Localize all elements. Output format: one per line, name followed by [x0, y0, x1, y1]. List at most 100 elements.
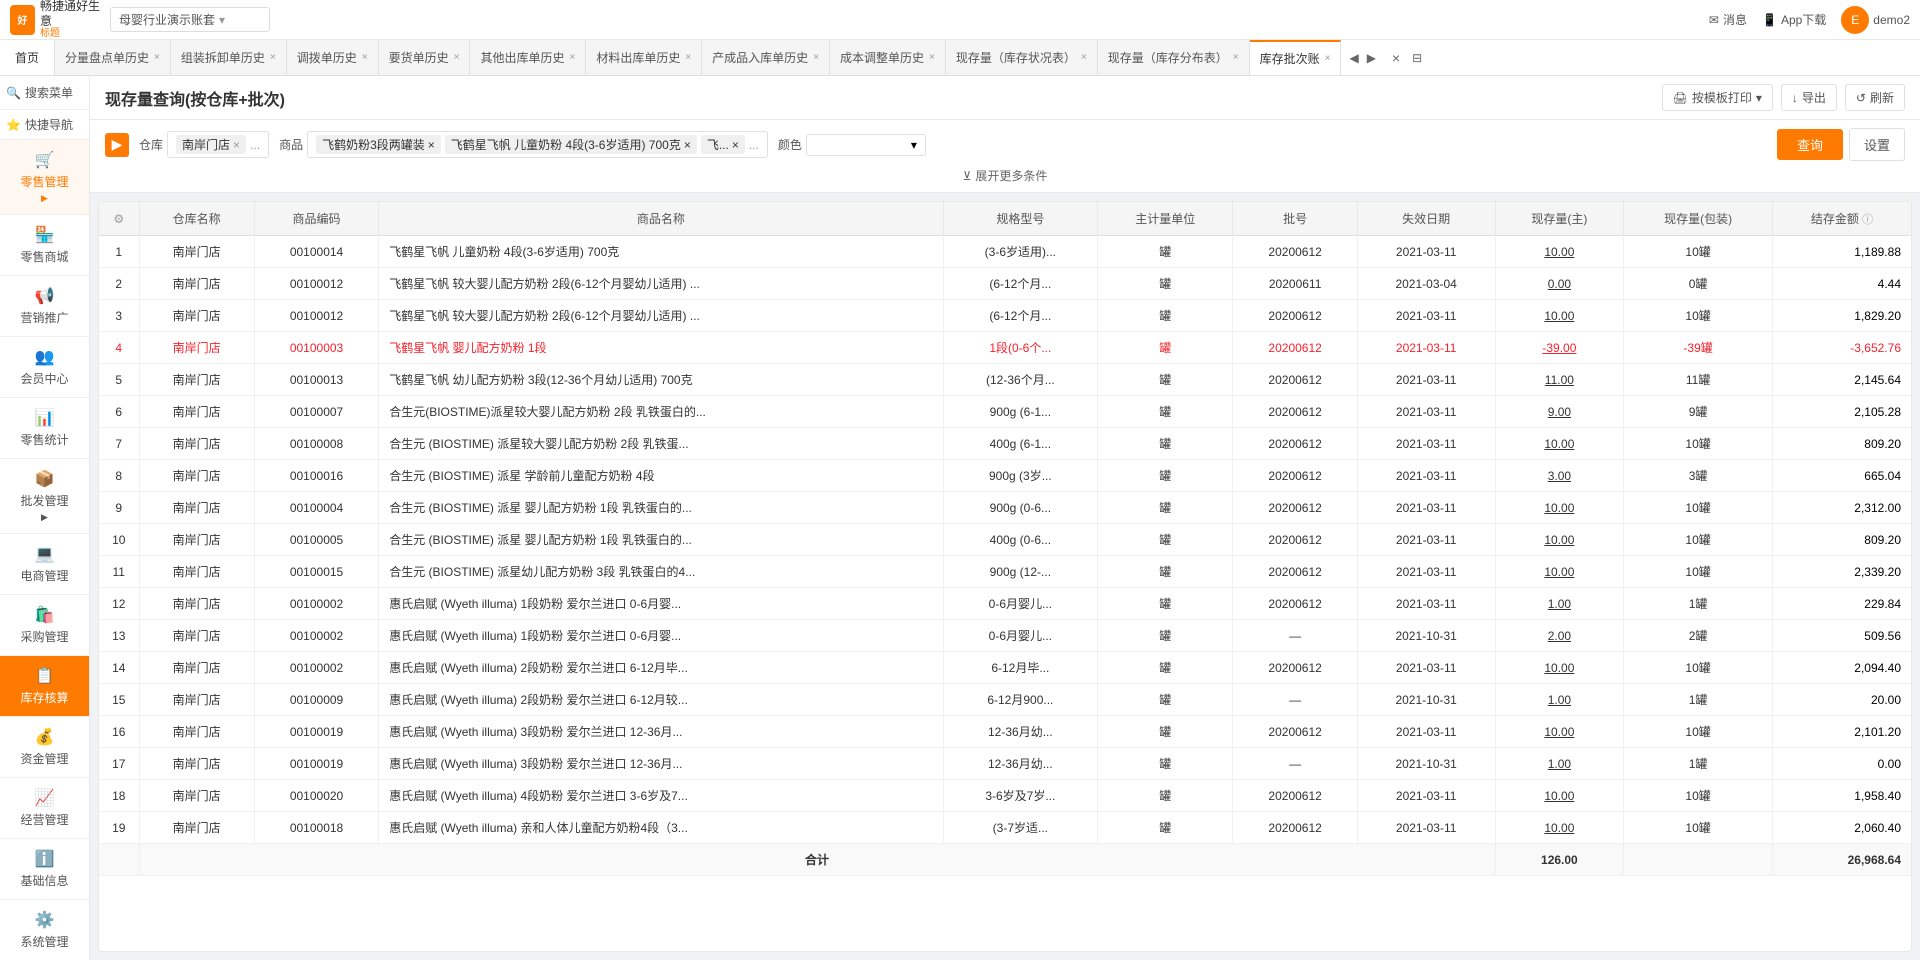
tab-xclfb[interactable]: 现存量（库存分布表） × — [1098, 40, 1250, 75]
sidebar-item-marketing[interactable]: 📢 营销推广 — [0, 276, 89, 337]
workspace-selector[interactable]: 母婴行业演示账套 ▾ — [110, 7, 270, 32]
tab-qtachu[interactable]: 其他出库单历史 × — [470, 40, 586, 75]
row-qty-main[interactable]: 10.00 — [1495, 780, 1624, 812]
row-qty-main[interactable]: -39.00 — [1495, 332, 1624, 364]
close-icon[interactable]: × — [1233, 52, 1239, 63]
product-filter: 商品 飞鹤奶粉3段两罐装 × 飞鹤星飞帆 儿童奶粉 4段(3-6岁适用) 700… — [279, 131, 768, 158]
row-batch: 20200612 — [1233, 396, 1357, 428]
sidebar-item-purchase[interactable]: 🛍️ 采购管理 — [0, 595, 89, 656]
remove-product-tag-3[interactable]: × — [732, 138, 739, 152]
row-name: 惠氏启赋 (Wyeth illuma) 1段奶粉 爱尔兰进口 0-6月婴... — [379, 620, 943, 652]
warehouse-input[interactable]: 南岸门店 × ... — [167, 131, 269, 158]
row-code: 00100009 — [254, 684, 378, 716]
th-warehouse: 仓库名称 — [139, 202, 254, 236]
row-qty-main[interactable]: 1.00 — [1495, 588, 1624, 620]
row-qty-main[interactable]: 10.00 — [1495, 556, 1624, 588]
marketing-icon: 📢 — [35, 286, 55, 306]
row-code: 00100019 — [254, 716, 378, 748]
chevron-down-icon: ▾ — [219, 13, 225, 27]
sidebar-item-finance[interactable]: 💰 资金管理 — [0, 717, 89, 778]
tab-zuzhao[interactable]: 组装拆卸单历史 × — [171, 40, 287, 75]
settings-icon[interactable]: ⚙ — [113, 212, 124, 226]
color-input[interactable]: ▾ — [806, 134, 926, 156]
row-qty-main[interactable]: 10.00 — [1495, 524, 1624, 556]
next-tab-icon[interactable]: ▶ — [1363, 49, 1380, 67]
row-qty-main[interactable]: 10.00 — [1495, 300, 1624, 332]
tab-chanche[interactable]: 产成品入库单历史 × — [702, 40, 830, 75]
sidebar-item-retail-mgmt[interactable]: 🛒 零售管理 ▶ — [0, 140, 89, 215]
info-icon[interactable]: ⓘ — [1862, 214, 1873, 226]
close-all-tabs-button[interactable]: × — [1384, 50, 1408, 66]
close-icon[interactable]: × — [454, 52, 460, 63]
row-qty-main[interactable]: 10.00 — [1495, 812, 1624, 844]
tab-menu-icon[interactable]: ⊟ — [1408, 51, 1426, 65]
sidebar-shortcut-button[interactable]: ⭐ 快捷导航 — [0, 110, 89, 140]
sidebar-item-ecommerce[interactable]: 💻 电商管理 — [0, 534, 89, 595]
tab-cbtiao[interactable]: 成本调整单历史 × — [830, 40, 946, 75]
tab-yaoh[interactable]: 要货单历史 × — [379, 40, 471, 75]
prev-tab-icon[interactable]: ◀ — [1345, 49, 1362, 67]
close-icon[interactable]: × — [929, 52, 935, 63]
refresh-button[interactable]: ↺ 刷新 — [1845, 84, 1905, 111]
remove-product-tag-1[interactable]: × — [428, 138, 435, 152]
row-unit: 罐 — [1098, 812, 1233, 844]
close-icon[interactable]: × — [569, 52, 575, 63]
sidebar-item-basic-info[interactable]: ℹ️ 基础信息 — [0, 839, 89, 900]
stats-icon: 📊 — [35, 408, 55, 428]
row-qty-main[interactable]: 9.00 — [1495, 396, 1624, 428]
row-expire: 2021-03-11 — [1357, 364, 1495, 396]
row-qty-main[interactable]: 11.00 — [1495, 364, 1624, 396]
filter-expand-button[interactable]: ▶ — [105, 133, 129, 157]
row-qty-main[interactable]: 10.00 — [1495, 492, 1624, 524]
export-button[interactable]: ↓ 导出 — [1781, 84, 1837, 111]
product-input[interactable]: 飞鹤奶粉3段两罐装 × 飞鹤星飞帆 儿童奶粉 4段(3-6岁适用) 700克 ×… — [307, 131, 768, 158]
close-icon[interactable]: × — [685, 52, 691, 63]
tab-xclks[interactable]: 现存量（库存状况表） × — [946, 40, 1098, 75]
sidebar-search-button[interactable]: 🔍 搜索菜单 — [0, 76, 89, 110]
row-qty-main[interactable]: 10.00 — [1495, 236, 1624, 268]
row-unit: 罐 — [1098, 620, 1233, 652]
template-print-button[interactable]: 🖨 按模板打印 ▾ — [1662, 84, 1773, 111]
tab-diaob[interactable]: 调拨单历史 × — [287, 40, 379, 75]
sidebar-item-system[interactable]: ⚙️ 系统管理 — [0, 900, 89, 960]
sidebar-item-member[interactable]: 👥 会员中心 — [0, 337, 89, 398]
row-qty-main[interactable]: 10.00 — [1495, 716, 1624, 748]
expand-more-button[interactable]: ⊻ 展开更多条件 — [963, 167, 1048, 184]
sidebar-item-inventory[interactable]: 📋 库存核算 — [0, 656, 89, 717]
row-qty-main[interactable]: 10.00 — [1495, 428, 1624, 460]
row-spec: 900g (12-... — [943, 556, 1097, 588]
close-icon[interactable]: × — [154, 52, 160, 63]
row-amount: 809.20 — [1772, 428, 1911, 460]
tab-caich[interactable]: 材料出库单历史 × — [586, 40, 702, 75]
sidebar-item-wholesale[interactable]: 📦 批发管理 ▶ — [0, 459, 89, 534]
tab-fenpan[interactable]: 分量盘点单历史 × — [55, 40, 171, 75]
row-qty-main[interactable]: 3.00 — [1495, 460, 1624, 492]
row-spec: 6-12月毕... — [943, 652, 1097, 684]
close-icon[interactable]: × — [813, 52, 819, 63]
setting-button[interactable]: 设置 — [1849, 128, 1905, 161]
app-download-button[interactable]: 📱 App下载 — [1762, 11, 1826, 28]
sidebar-item-retail-mall[interactable]: 🏪 零售商城 — [0, 215, 89, 276]
row-qty-main[interactable]: 1.00 — [1495, 684, 1624, 716]
remove-product-tag-2[interactable]: × — [684, 138, 691, 152]
row-qty-main[interactable]: 10.00 — [1495, 652, 1624, 684]
tab-kucpz[interactable]: 库存批次账 × — [1250, 40, 1342, 75]
row-amount: 229.84 — [1772, 588, 1911, 620]
row-code: 00100005 — [254, 524, 378, 556]
close-icon[interactable]: × — [362, 52, 368, 63]
search-button[interactable]: 查询 — [1777, 129, 1843, 160]
close-icon[interactable]: × — [270, 52, 276, 63]
message-button[interactable]: ✉ 消息 — [1709, 11, 1747, 28]
row-qty-main[interactable]: 1.00 — [1495, 748, 1624, 780]
footer-amount-total: 26,968.64 — [1772, 844, 1911, 876]
sidebar-item-operations[interactable]: 📈 经营管理 — [0, 778, 89, 839]
row-qty-main[interactable]: 2.00 — [1495, 620, 1624, 652]
sidebar-item-retail-stats[interactable]: 📊 零售统计 — [0, 398, 89, 459]
close-icon[interactable]: × — [1081, 52, 1087, 63]
chevron-down-icon: ▾ — [911, 138, 917, 152]
tab-home[interactable]: 首页 — [0, 40, 55, 75]
remove-warehouse-tag[interactable]: × — [233, 138, 240, 152]
user-menu[interactable]: E demo2 — [1841, 6, 1910, 34]
row-qty-main[interactable]: 0.00 — [1495, 268, 1624, 300]
close-icon[interactable]: × — [1325, 53, 1331, 64]
